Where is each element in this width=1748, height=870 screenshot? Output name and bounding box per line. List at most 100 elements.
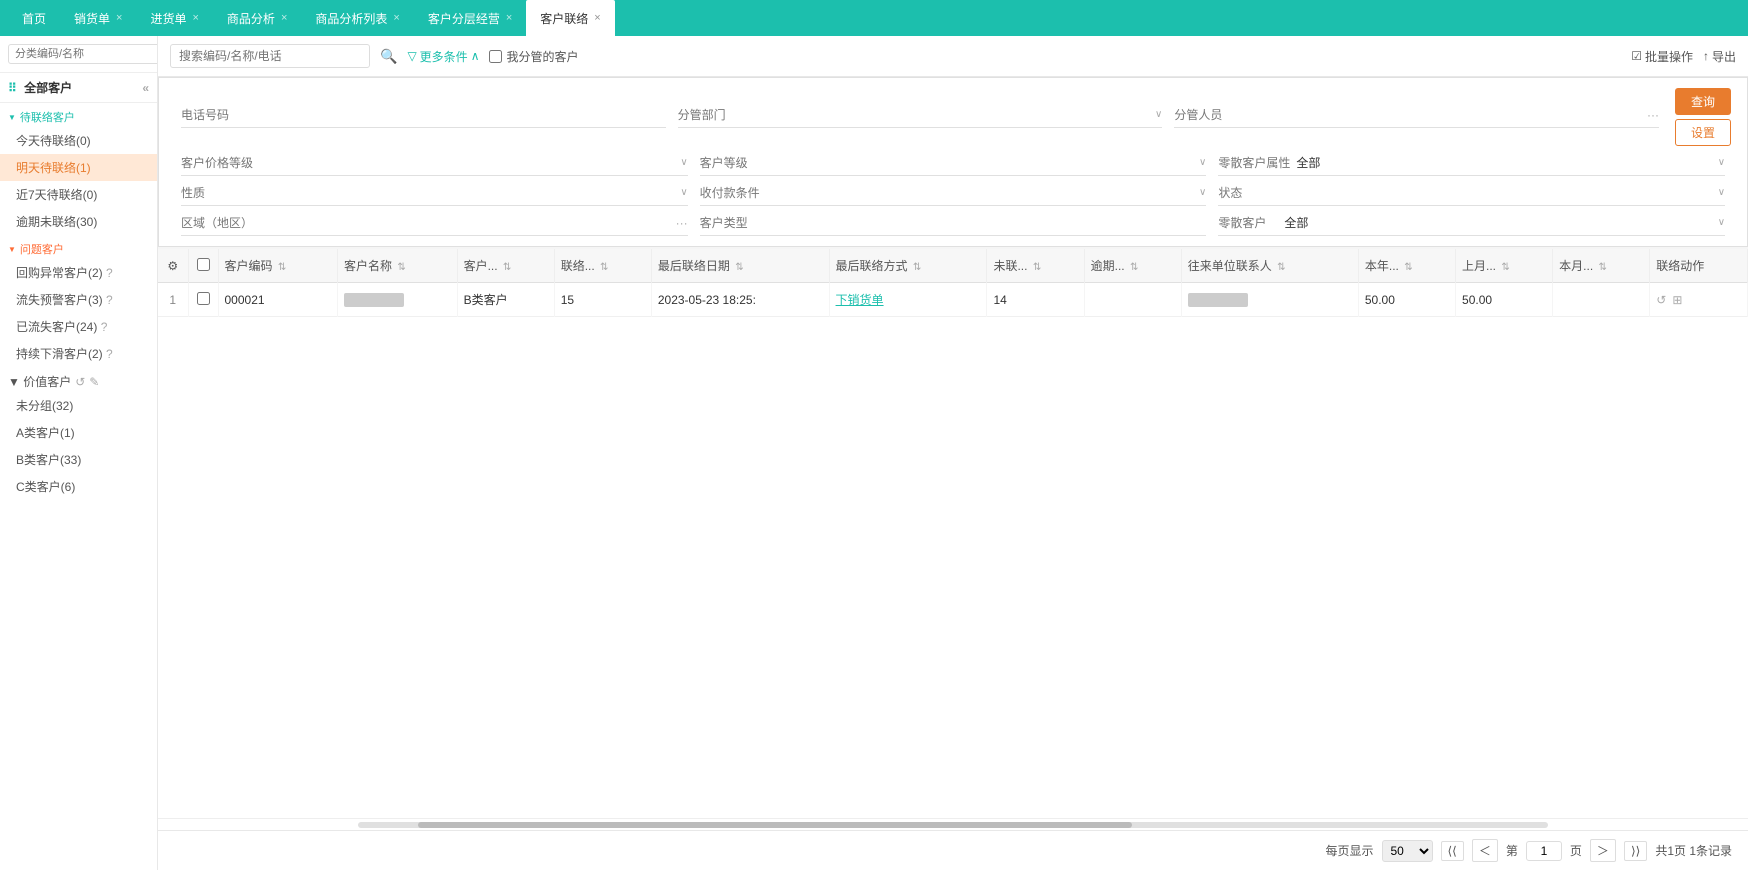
page-size-select[interactable]: 50 100 200 [1382,840,1433,862]
filter-search-icon[interactable]: 🔍 [380,48,397,65]
chevron-down-icon-6[interactable]: ∨ [1199,187,1206,198]
sidebar-group-problem: 问题客户 [0,235,157,259]
row-settings-cell: 1 [158,283,188,317]
last-page-button[interactable]: ⟩⟩ [1624,841,1647,861]
sidebar-item-churn-warning[interactable]: 流失预警客户(3) ? [0,286,157,313]
chevron-down-icon-5[interactable]: ∨ [680,187,687,198]
nav-purchase[interactable]: 进货单 × [136,0,212,36]
more-conditions-button[interactable]: ▽ 更多条件 ∧ [407,48,479,65]
filter-row-4: 区域（地区） ··· 客户类型 零散客户 全部 ∨ [175,214,1731,236]
nav-product-analysis[interactable]: 商品分析 × [213,0,301,36]
filter-person: 分管人员 ··· [1174,106,1659,128]
col-code[interactable]: 客户编码 ⇅ [218,249,338,283]
collapse-icon: « [142,81,149,95]
col-last-date[interactable]: 最后联络日期 ⇅ [651,249,829,283]
filter-status: 状态 ∨ [1218,184,1725,206]
row-this-year: 50.00 [1358,283,1455,317]
row-name [338,283,458,317]
close-sales-icon[interactable]: × [116,12,122,24]
content-area: 🔍 ▽ 更多条件 ∧ 我分管的客户 ☑ 批量操作 ↑ 导出 [158,36,1748,870]
prev-page-button[interactable]: ＜ [1472,839,1498,862]
filter-price-tier: 客户价格等级 ∨ [181,154,688,176]
chevron-down-icon-7[interactable]: ∨ [1718,187,1725,198]
sidebar-search-area: 🔍 [0,36,157,73]
col-last-method[interactable]: 最后联络方式 ⇅ [829,249,987,283]
close-product-analysis-list-icon[interactable]: × [393,12,399,24]
table-footer: 每页显示 50 100 200 ⟨⟨ ＜ 第 页 ＞ ⟩⟩ 共1页 1条记录 [158,830,1748,870]
nav-sales[interactable]: 销货单 × [60,0,136,36]
filter-payment: 收付款条件 ∨ [700,184,1207,206]
export-button[interactable]: ↑ 导出 [1703,48,1736,65]
page-number-input[interactable] [1526,841,1562,861]
col-type[interactable]: 客户... ⇅ [457,249,554,283]
nav-home[interactable]: 首页 [8,0,60,36]
filter-retail-attr: 零散客户属性 全部 ∨ [1218,154,1725,176]
row-overdue [1084,283,1181,317]
col-this-month[interactable]: 本月... ⇅ [1553,249,1650,283]
my-customers-checkbox[interactable] [489,50,502,63]
refresh-icon[interactable]: ↺ [1656,293,1666,307]
col-checkbox[interactable] [188,249,218,283]
row-action: ↺ ⊞ [1650,283,1748,317]
settings-button[interactable]: 设置 [1675,119,1731,146]
sidebar-item-declining[interactable]: 持续下滑客户(2) ? [0,340,157,367]
chevron-down-icon-2[interactable]: ∨ [680,157,687,168]
filter-nature: 性质 ∨ [181,184,688,206]
select-all-checkbox[interactable] [197,258,210,271]
filter-row-1: 电话号码 分管部门 ∨ 分管人员 ··· 查询 设置 [175,88,1731,146]
close-customer-tier-icon[interactable]: × [506,12,512,24]
filter-icon: ▽ [407,49,416,63]
sidebar: 🔍 ⠿ 全部客户 « 待联络客户 今天待联络(0) 明天待联络(1) 近7天待联… [0,36,158,870]
row-uncontacted: 14 [987,283,1084,317]
query-button[interactable]: 查询 [1675,88,1731,115]
chevron-down-icon-8[interactable]: ∨ [1718,217,1725,228]
sidebar-item-overdue[interactable]: 逾期未联络(30) [0,208,157,235]
filter-customer-tier: 客户等级 ∨ [700,154,1207,176]
sidebar-item-c-type[interactable]: C类客户(6) [0,473,157,500]
col-name[interactable]: 客户名称 ⇅ [338,249,458,283]
filter-row-2: 客户价格等级 ∨ 客户等级 ∨ 零散客户属性 全部 ∨ [175,154,1731,176]
chevron-down-icon[interactable]: ∨ [1155,109,1162,120]
row-checkbox-cell[interactable] [188,283,218,317]
row-last-method[interactable]: 下销货单 [829,283,987,317]
sidebar-item-ungrouped[interactable]: 未分组(32) [0,392,157,419]
col-contact-count[interactable]: 联络... ⇅ [554,249,651,283]
sidebar-item-a-type[interactable]: A类客户(1) [0,419,157,446]
chevron-down-icon-3[interactable]: ∨ [1199,157,1206,168]
filter-area: 区域（地区） ··· [181,214,688,236]
col-uncontacted[interactable]: 未联... ⇅ [987,249,1084,283]
search-input[interactable] [170,44,370,68]
row-type: B类客户 [457,283,554,317]
sidebar-item-7days[interactable]: 近7天待联络(0) [0,181,157,208]
sidebar-item-tomorrow[interactable]: 明天待联络(1) [0,154,157,181]
col-contact-person[interactable]: 往来单位联系人 ⇅ [1181,249,1358,283]
close-purchase-icon[interactable]: × [192,12,198,24]
col-last-month[interactable]: 上月... ⇅ [1456,249,1553,283]
export-icon: ↑ [1703,49,1709,63]
col-settings[interactable]: ⚙ [158,249,188,283]
next-page-button[interactable]: ＞ [1590,839,1616,862]
close-product-analysis-icon[interactable]: × [281,12,287,24]
col-overdue[interactable]: 逾期... ⇅ [1084,249,1181,283]
batch-op-button[interactable]: ☑ 批量操作 [1631,48,1693,65]
sidebar-all-customers[interactable]: ⠿ 全部客户 « [0,73,157,103]
first-page-button[interactable]: ⟨⟨ [1441,841,1464,861]
close-customer-contact-icon[interactable]: × [594,12,600,24]
my-customers-checkbox-label[interactable]: 我分管的客户 [489,48,578,65]
col-this-year[interactable]: 本年... ⇅ [1358,249,1455,283]
nav-customer-contact[interactable]: 客户联络 × [526,0,614,36]
sidebar-item-b-type[interactable]: B类客户(33) [0,446,157,473]
sidebar-search-input[interactable] [8,44,158,64]
dots-icon-2[interactable]: ··· [676,216,688,230]
nav-customer-tier[interactable]: 客户分层经营 × [414,0,526,36]
chevron-down-icon-4[interactable]: ∨ [1718,157,1725,168]
row-checkbox[interactable] [197,292,210,305]
sidebar-item-repurchase[interactable]: 回购异常客户(2) ? [0,259,157,286]
sidebar-item-churned[interactable]: 已流失客户(24) ? [0,313,157,340]
main-layout: 🔍 ⠿ 全部客户 « 待联络客户 今天待联络(0) 明天待联络(1) 近7天待联… [0,36,1748,870]
row-contact-count: 15 [554,283,651,317]
sidebar-item-today[interactable]: 今天待联络(0) [0,127,157,154]
dots-icon[interactable]: ··· [1647,108,1659,122]
nav-product-analysis-list[interactable]: 商品分析列表 × [301,0,413,36]
grid-icon[interactable]: ⊞ [1672,293,1682,307]
